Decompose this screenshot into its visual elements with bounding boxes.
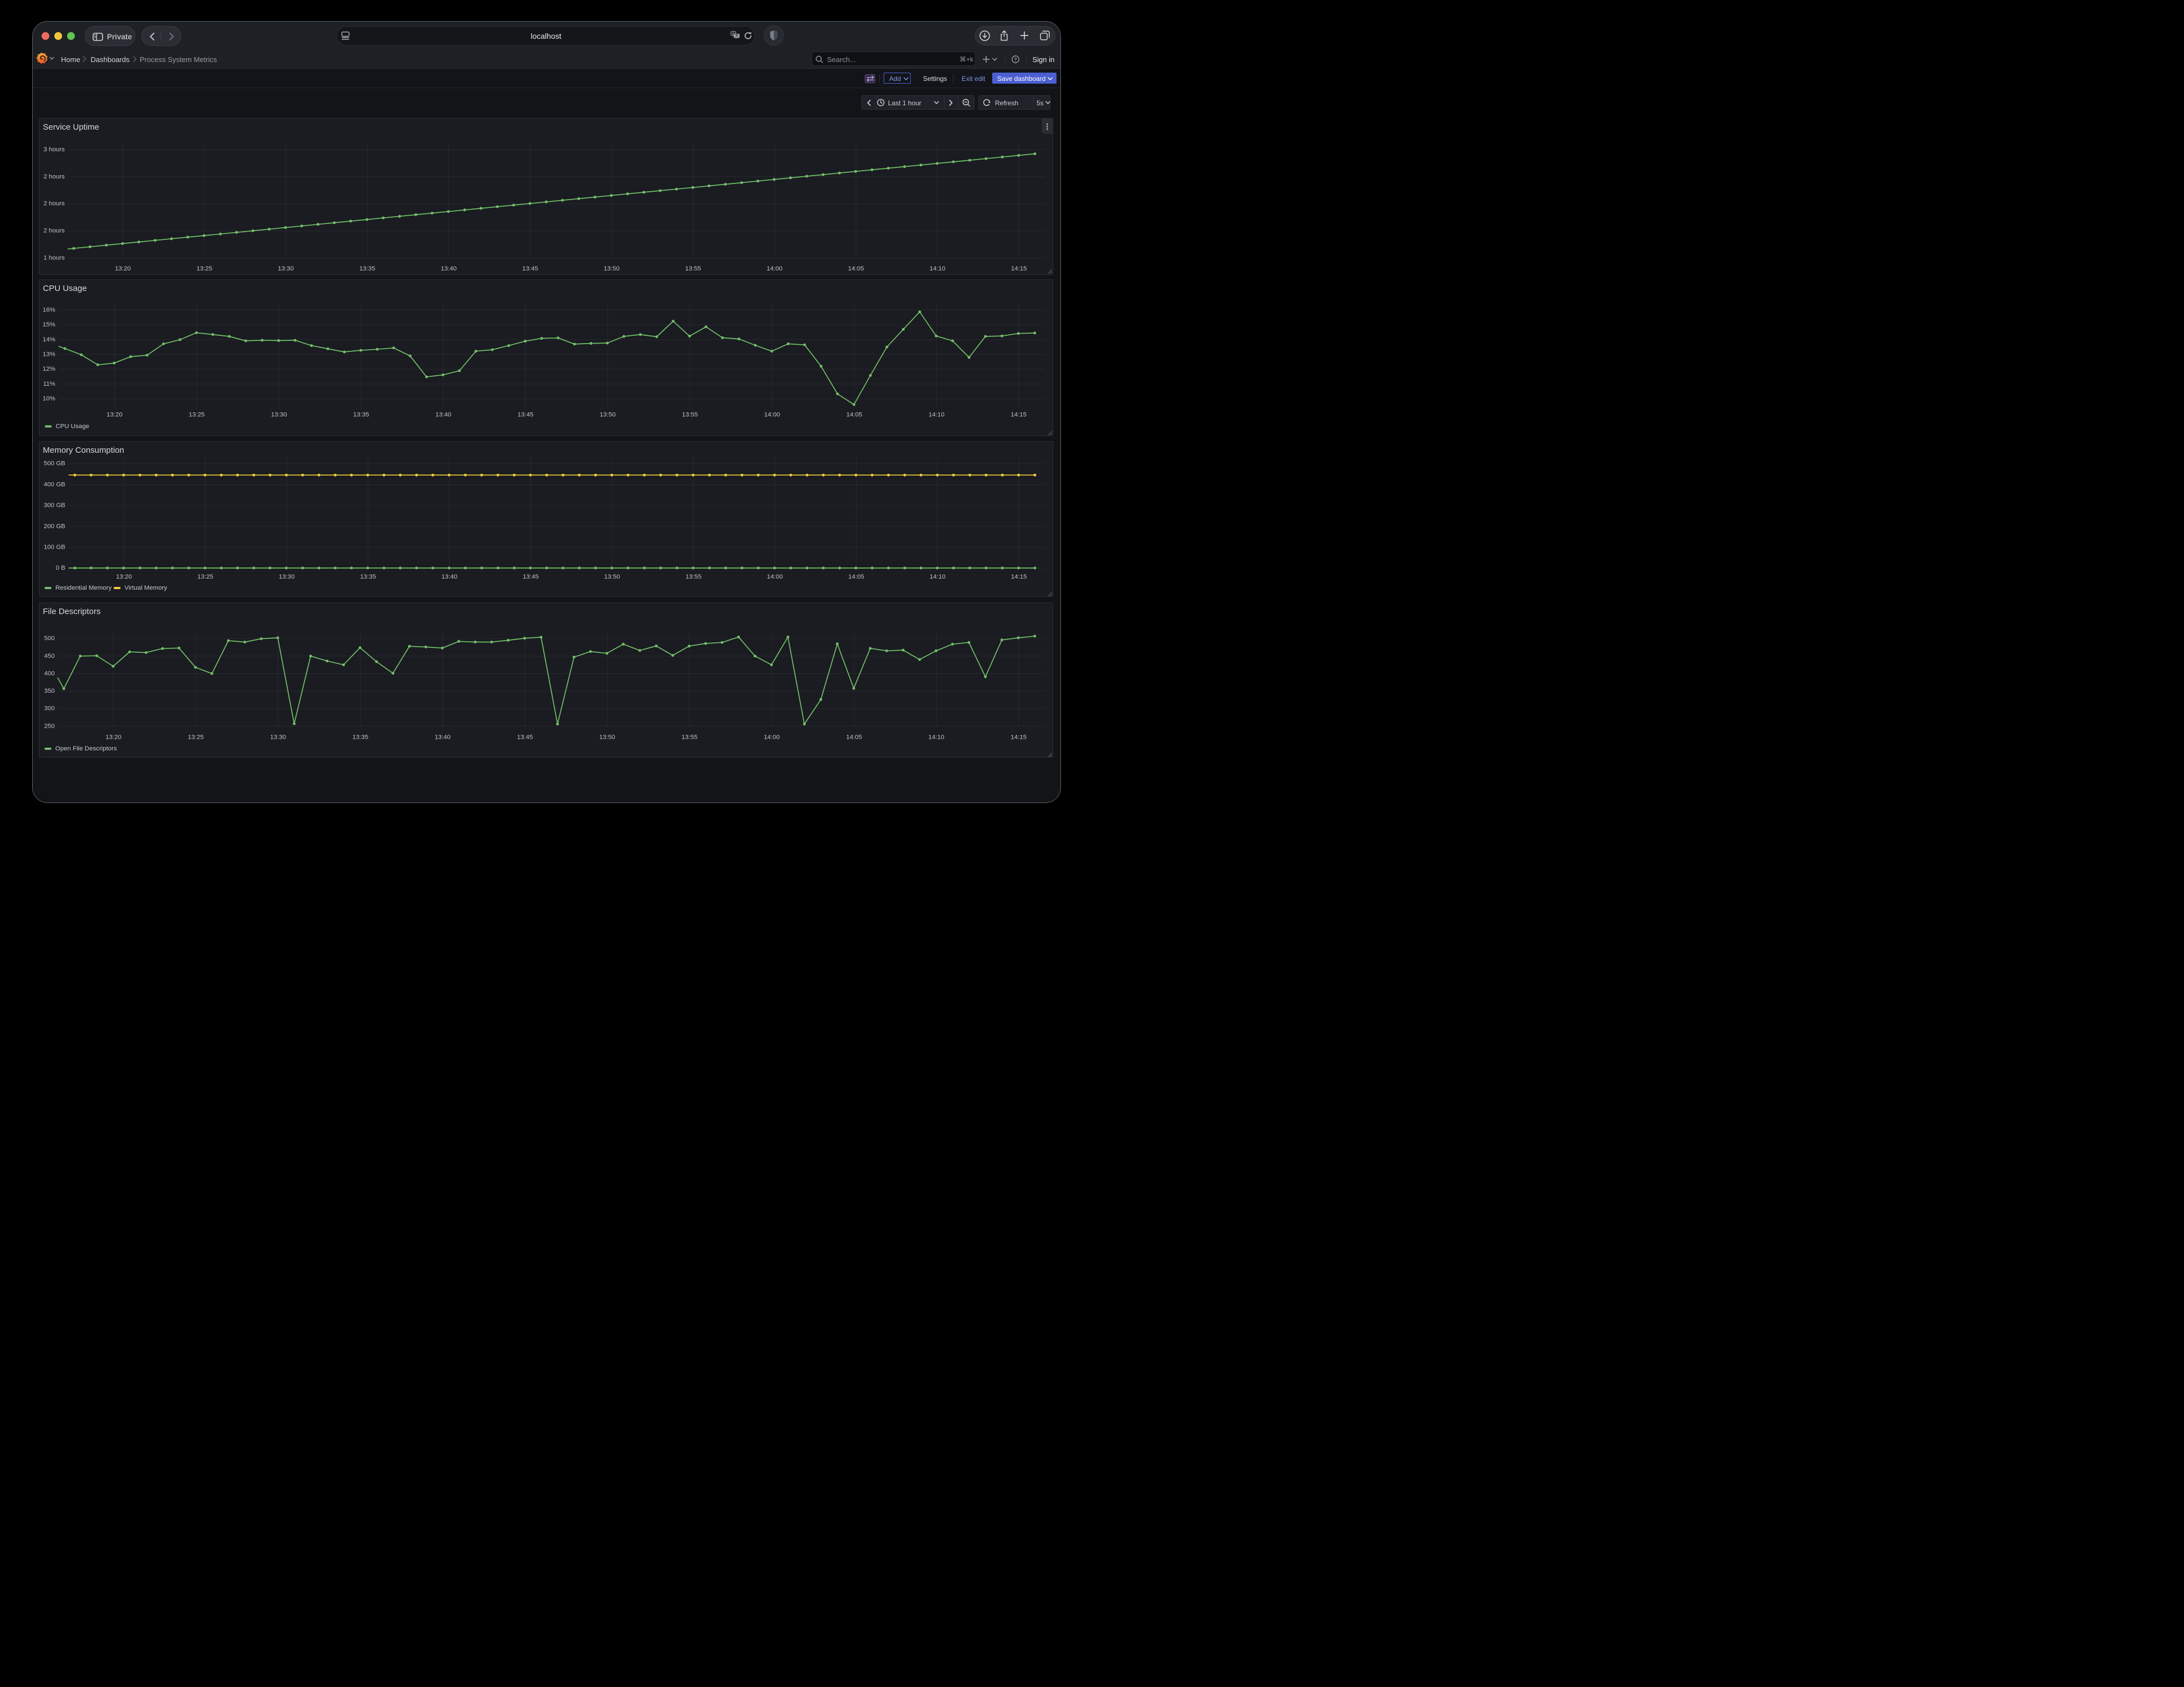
- svg-text:450: 450: [44, 652, 55, 659]
- svg-text:14:05: 14:05: [846, 734, 863, 740]
- svg-text:13:40: 13:40: [435, 734, 451, 740]
- svg-text:13:20: 13:20: [106, 734, 122, 740]
- svg-text:13:45: 13:45: [522, 265, 538, 272]
- svg-text:13:20: 13:20: [116, 574, 132, 580]
- svg-text:14:00: 14:00: [767, 265, 783, 272]
- svg-text:2 hours: 2 hours: [44, 201, 65, 207]
- svg-text:13:30: 13:30: [270, 734, 286, 740]
- svg-text:400 GB: 400 GB: [44, 481, 65, 488]
- svg-text:Service Uptime: Service Uptime: [43, 122, 100, 132]
- svg-text:14:15: 14:15: [1011, 265, 1027, 272]
- svg-text:File Descriptors: File Descriptors: [43, 606, 101, 616]
- svg-text:14:10: 14:10: [928, 734, 945, 740]
- svg-text:1 hours: 1 hours: [44, 254, 65, 261]
- svg-text:13:35: 13:35: [353, 412, 369, 418]
- svg-text:Open File Descriptors: Open File Descriptors: [55, 745, 117, 752]
- svg-text:14:10: 14:10: [928, 412, 945, 418]
- svg-text:13:45: 13:45: [518, 412, 534, 418]
- svg-text:13:35: 13:35: [353, 734, 369, 740]
- svg-text:500 GB: 500 GB: [44, 460, 65, 467]
- svg-text:13:40: 13:40: [442, 574, 458, 580]
- svg-text:14:15: 14:15: [1011, 574, 1027, 580]
- svg-text:CPU Usage: CPU Usage: [56, 423, 90, 430]
- svg-text:13:25: 13:25: [197, 574, 213, 580]
- svg-text:3 hours: 3 hours: [44, 146, 65, 153]
- svg-text:300 GB: 300 GB: [44, 502, 65, 509]
- svg-text:13:35: 13:35: [360, 574, 376, 580]
- svg-text:13:20: 13:20: [106, 412, 123, 418]
- svg-text:Memory Consumption: Memory Consumption: [43, 446, 125, 455]
- svg-text:13:55: 13:55: [682, 412, 698, 418]
- svg-text:?: ?: [1014, 57, 1017, 62]
- svg-text:2 hours: 2 hours: [44, 173, 65, 180]
- svg-text:12%: 12%: [43, 366, 55, 372]
- svg-text:13:25: 13:25: [188, 734, 204, 740]
- svg-text:0 B: 0 B: [56, 565, 66, 571]
- svg-text:14:15: 14:15: [1011, 412, 1027, 418]
- svg-text:CPU Usage: CPU Usage: [43, 284, 87, 293]
- svg-text:400: 400: [44, 670, 55, 677]
- svg-text:13:30: 13:30: [279, 574, 295, 580]
- svg-text:14:00: 14:00: [764, 734, 780, 740]
- svg-text:13:55: 13:55: [685, 265, 701, 272]
- svg-text:13:45: 13:45: [523, 574, 539, 580]
- svg-text:350: 350: [44, 688, 55, 694]
- svg-text:16%: 16%: [43, 307, 55, 314]
- svg-text:11%: 11%: [43, 381, 55, 387]
- svg-text:10%: 10%: [43, 396, 55, 402]
- svg-text:13:20: 13:20: [115, 265, 131, 272]
- svg-text:200 GB: 200 GB: [44, 523, 65, 529]
- svg-text:15%: 15%: [43, 321, 55, 328]
- svg-text:文: 文: [735, 33, 738, 38]
- svg-text:13:25: 13:25: [197, 265, 213, 272]
- svg-text:13:45: 13:45: [517, 734, 533, 740]
- svg-text:Virtual Memory: Virtual Memory: [125, 585, 167, 591]
- svg-text:100 GB: 100 GB: [44, 544, 65, 550]
- svg-text:13:40: 13:40: [441, 265, 457, 272]
- svg-text:13:55: 13:55: [686, 574, 702, 580]
- svg-text:14:05: 14:05: [848, 574, 864, 580]
- svg-text:14:10: 14:10: [930, 265, 946, 272]
- svg-text:13:25: 13:25: [189, 412, 205, 418]
- svg-text:250: 250: [44, 723, 55, 729]
- svg-text:14:15: 14:15: [1011, 734, 1027, 740]
- svg-text:14:00: 14:00: [767, 574, 783, 580]
- svg-text:14:05: 14:05: [848, 265, 864, 272]
- svg-text:14%: 14%: [43, 336, 55, 343]
- svg-text:13:50: 13:50: [600, 412, 616, 418]
- svg-text:14:05: 14:05: [846, 412, 863, 418]
- svg-text:13:35: 13:35: [359, 265, 375, 272]
- svg-text:14:10: 14:10: [930, 574, 946, 580]
- svg-text:13:55: 13:55: [682, 734, 698, 740]
- svg-text:13:30: 13:30: [271, 412, 287, 418]
- svg-text:13:50: 13:50: [604, 574, 620, 580]
- svg-text:13%: 13%: [43, 351, 55, 358]
- svg-text:13:40: 13:40: [436, 412, 452, 418]
- svg-text:13:50: 13:50: [599, 734, 615, 740]
- svg-text:13:30: 13:30: [278, 265, 294, 272]
- svg-text:13:50: 13:50: [604, 265, 620, 272]
- svg-text:2 hours: 2 hours: [44, 228, 65, 234]
- svg-text:Residential Memory: Residential Memory: [55, 585, 112, 591]
- svg-text:300: 300: [44, 705, 55, 712]
- svg-text:14:00: 14:00: [764, 412, 780, 418]
- svg-text:500: 500: [44, 635, 55, 642]
